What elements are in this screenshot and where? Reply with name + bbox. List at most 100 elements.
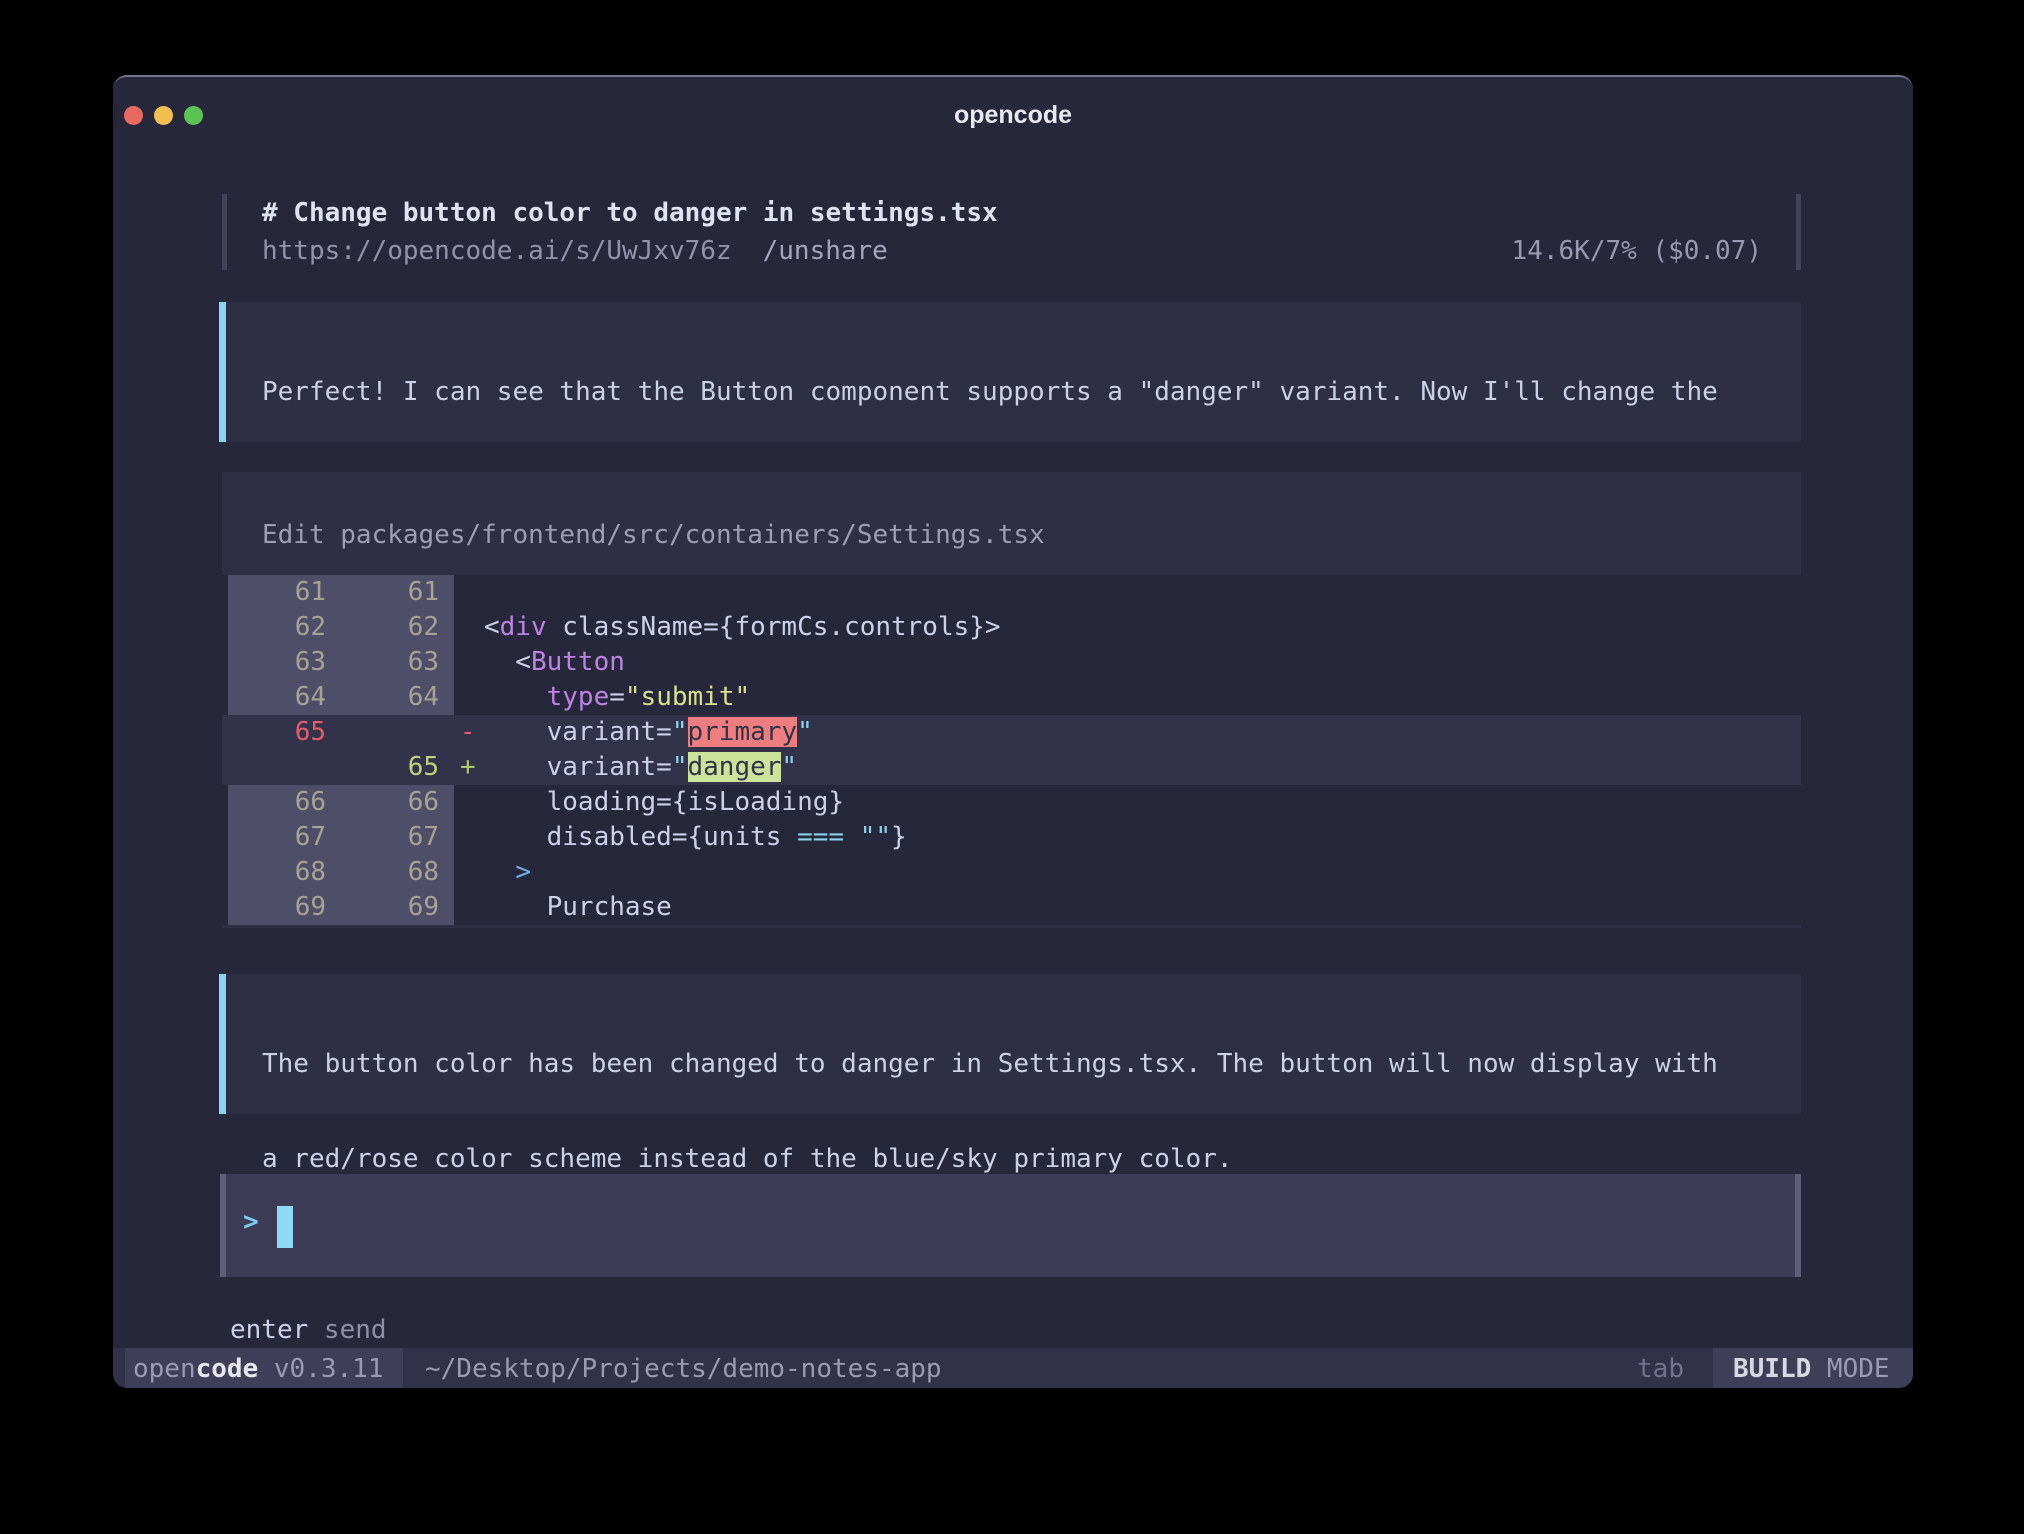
code-line: variant="danger": [484, 750, 1801, 785]
code-token: ": [672, 752, 688, 782]
diff-marker: [454, 820, 484, 855]
code-token: disabled={units: [484, 822, 797, 852]
line-number-old: [228, 750, 341, 785]
code-line: <Button: [484, 645, 1801, 680]
line-number-old: 63: [228, 645, 341, 680]
titlebar: opencode: [113, 77, 1913, 155]
working-directory: ~/Desktop/Projects/demo-notes-app: [425, 1348, 942, 1388]
code-token: variant=: [484, 717, 672, 747]
diff-table: 61616262<div className={formCs.controls}…: [222, 575, 1801, 925]
session-title: # Change button color to danger in setti…: [262, 194, 998, 232]
diff-marker: [454, 680, 484, 715]
code-token: [484, 682, 547, 712]
code-token: <: [484, 612, 500, 642]
line-number-new: 64: [341, 680, 454, 715]
enter-hint: enter send: [230, 1313, 387, 1348]
code-line: disabled={units === ""}: [484, 820, 1801, 855]
line-number-old: 64: [228, 680, 341, 715]
diff-row: 6262 <div className={formCs.controls}>: [222, 610, 1801, 645]
code-token: [484, 857, 515, 887]
code-token: type: [547, 682, 610, 712]
assistant-message: The button color has been changed to dan…: [219, 974, 1801, 1114]
message-accent-bar: [219, 302, 226, 442]
hint-row: enter send Anthropic Claude Sonnet 4: [222, 1278, 1801, 1313]
code-token: div: [500, 612, 547, 642]
header-left-divider: [222, 194, 227, 270]
code-line: type="submit": [484, 680, 1801, 715]
code-token: primary: [688, 717, 798, 747]
diff-row: 6767 disabled={units === ""}: [222, 820, 1801, 855]
line-number-new: 65: [341, 750, 454, 785]
diff-row: 6464 type="submit": [222, 680, 1801, 715]
diff-marker: [454, 785, 484, 820]
code-line: loading={isLoading}: [484, 785, 1801, 820]
line-number-old: 68: [228, 855, 341, 890]
line-number-new: 67: [341, 820, 454, 855]
diff-row: 6868 >: [222, 855, 1801, 890]
diff-marker: [454, 890, 484, 925]
app-version-chip: opencode v0.3.11: [125, 1348, 403, 1388]
line-number-old: 69: [228, 890, 341, 925]
unshare-command[interactable]: /unshare: [763, 236, 888, 266]
code-line: variant="primary": [484, 715, 1801, 750]
session-header: # Change button color to danger in setti…: [222, 194, 1801, 270]
mode-chip[interactable]: BUILD MODE: [1713, 1348, 1913, 1388]
message-text: The button color has been changed to dan…: [262, 1047, 1801, 1082]
session-subline: https://opencode.ai/s/UwJxv76z/unshare: [262, 232, 888, 270]
code-token: Purchase: [484, 892, 672, 922]
code-token: ": [797, 717, 813, 747]
code-token: className={formCs.controls}>: [547, 612, 1001, 642]
share-url[interactable]: https://opencode.ai/s/UwJxv76z: [262, 236, 732, 266]
code-token: variant=: [484, 752, 672, 782]
code-token: >: [515, 857, 531, 887]
message-accent-bar: [219, 974, 226, 1114]
line-number-old: 61: [228, 575, 341, 610]
token-usage: 14.6K/7% ($0.07): [1512, 232, 1762, 270]
line-number-new: 61: [341, 575, 454, 610]
code-token: }: [891, 822, 907, 852]
diff-marker: -: [454, 715, 484, 750]
code-line: Purchase: [484, 890, 1801, 925]
diff-row: 6666 loading={isLoading}: [222, 785, 1801, 820]
code-token: <: [484, 647, 531, 677]
header-right-divider: [1796, 194, 1801, 270]
tab-key-hint: tab: [1637, 1348, 1684, 1388]
prompt-chevron: >: [243, 1205, 259, 1240]
line-number-old: 65: [228, 715, 341, 750]
code-line: >: [484, 855, 1801, 890]
prompt-input[interactable]: >: [220, 1174, 1801, 1277]
diff-row: 6363 <Button: [222, 645, 1801, 680]
diff-marker: +: [454, 750, 484, 785]
code-token: [844, 822, 860, 852]
line-number-new: 62: [341, 610, 454, 645]
diff-row: 65- variant="primary": [222, 715, 1801, 750]
assistant-message: Perfect! I can see that the Button compo…: [219, 302, 1801, 442]
input-right-divider: [1795, 1174, 1801, 1277]
line-number-new: 69: [341, 890, 454, 925]
code-token: danger: [688, 752, 782, 782]
code-token: loading={isLoading}: [484, 787, 844, 817]
diff-marker: [454, 575, 484, 610]
diff-row: 6969 Purchase: [222, 890, 1801, 925]
code-token: Button: [531, 647, 625, 677]
line-number-new: 63: [341, 645, 454, 680]
window-title: opencode: [113, 101, 1913, 130]
message-text: Perfect! I can see that the Button compo…: [262, 375, 1801, 410]
diff-row: 6161: [222, 575, 1801, 610]
line-number-old: 62: [228, 610, 341, 645]
edit-file-path: Edit packages/frontend/src/containers/Se…: [262, 518, 1045, 553]
diff-marker: [454, 645, 484, 680]
code-token: "submit": [625, 682, 750, 712]
code-line: <div className={formCs.controls}>: [484, 610, 1801, 645]
opencode-window: opencode # Change button color to danger…: [113, 75, 1913, 1388]
status-bar: opencode v0.3.11 ~/Desktop/Projects/demo…: [113, 1348, 1913, 1388]
code-token: "": [860, 822, 891, 852]
line-number-new: [341, 715, 454, 750]
diff-marker: [454, 610, 484, 645]
line-number-new: 68: [341, 855, 454, 890]
line-number-new: 66: [341, 785, 454, 820]
code-token: ": [672, 717, 688, 747]
code-token: =: [609, 682, 625, 712]
text-cursor: [277, 1206, 293, 1248]
message-text: a red/rose color scheme instead of the b…: [262, 1142, 1801, 1177]
